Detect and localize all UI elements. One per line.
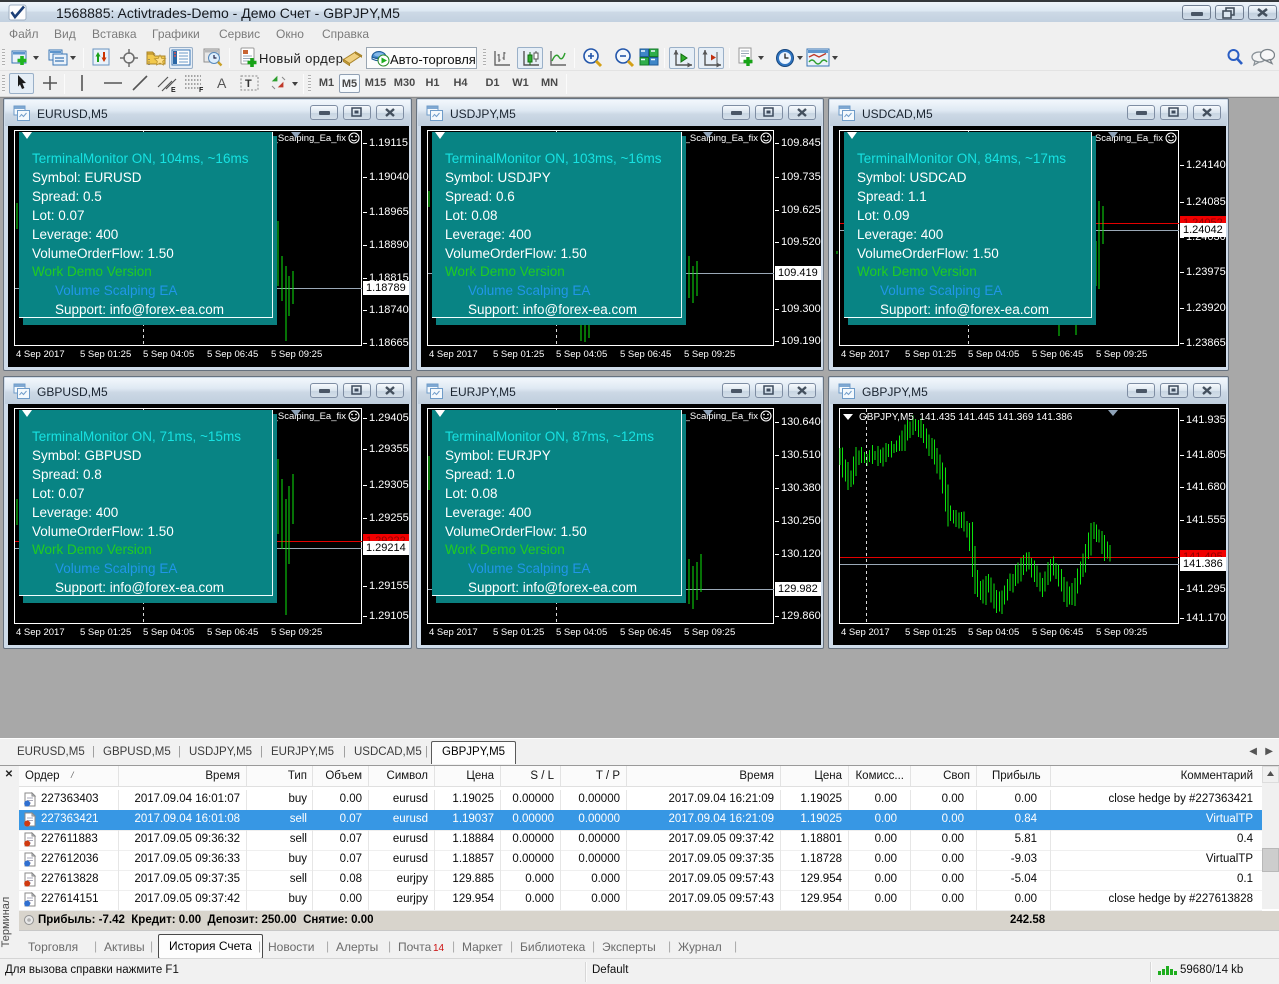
svg-text:F: F [199, 87, 204, 93]
svg-text:T: T [245, 78, 252, 90]
svg-text:E: E [171, 87, 176, 93]
